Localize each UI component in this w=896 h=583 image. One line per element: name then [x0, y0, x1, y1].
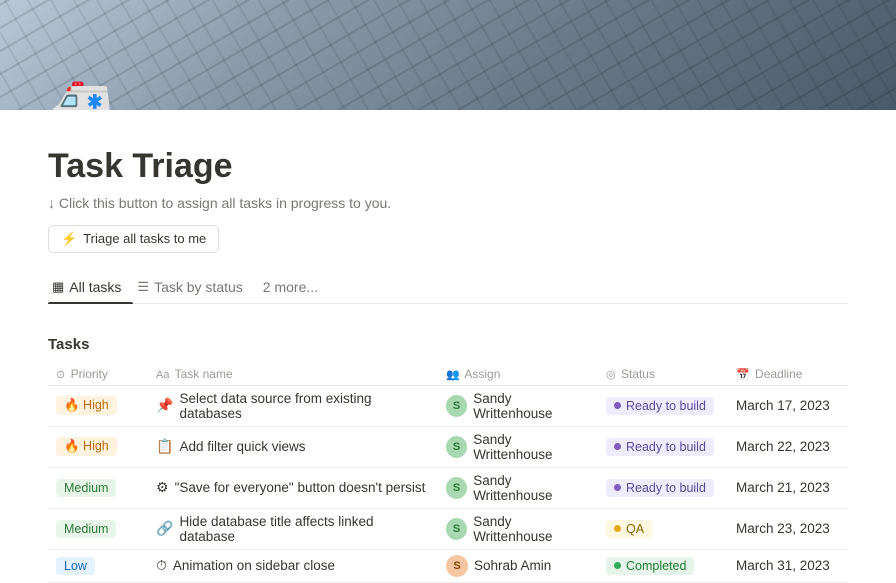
triage-button[interactable]: ⚡ Triage all tasks to me [48, 225, 219, 253]
cell-deadline: March 23, 2023 [728, 508, 848, 549]
assignee-name: Sandy Writtenhouse [473, 514, 590, 544]
cell-task-name[interactable]: 🔗Hide database title affects linked data… [148, 508, 438, 549]
task-type-icon: 📋 [156, 438, 173, 455]
table-title: Tasks [48, 336, 848, 353]
cell-task-name[interactable]: 📌 Select data source from existing databa… [148, 385, 438, 426]
table-row[interactable]: Medium ⚙ "Save for everyone" button doesn'… [48, 467, 848, 508]
task-type-icon: ⏱ [156, 557, 167, 574]
status-badge: Ready to build [606, 438, 714, 456]
cell-assignee[interactable]: S Sohrab Amin [438, 549, 598, 582]
cell-priority[interactable]: 🔥 High [48, 385, 148, 426]
cell-priority[interactable]: Low [48, 549, 148, 582]
table-section: Tasks ⊙ Priority Aa Task name 👥 Assign ◎ [0, 336, 896, 583]
status-dot [614, 562, 621, 569]
triage-icon: ⚡ [61, 231, 77, 247]
task-type-icon: 📌 [156, 397, 173, 414]
cell-priority[interactable]: Medium [48, 467, 148, 508]
col-header-assign[interactable]: 👥 Assign [438, 363, 598, 386]
task-type-icon: ⚙ [156, 479, 169, 496]
cell-assignee[interactable]: S Sandy Writtenhouse [438, 426, 598, 467]
cell-task-name[interactable]: 📋 Add filter quick views [148, 426, 438, 467]
task-name-text: Add filter quick views [179, 439, 305, 454]
col-header-task[interactable]: Aa Task name [148, 363, 438, 386]
task-name-text: Animation on sidebar close [173, 558, 335, 573]
status-badge: Ready to build [606, 479, 714, 497]
cell-task-name[interactable]: ⏱ Animation on sidebar close [148, 549, 438, 582]
status-badge: QA [606, 520, 652, 538]
assignee-name: Sandy Writtenhouse [473, 473, 590, 503]
page-icon: 🚑 [48, 78, 113, 110]
task-name-text: Hide database title affects linked datab… [179, 514, 430, 544]
cell-priority[interactable]: Medium [48, 508, 148, 549]
status-dot [614, 525, 621, 532]
cell-assignee[interactable]: S Sandy Writtenhouse [438, 508, 598, 549]
table-header-row: ⊙ Priority Aa Task name 👥 Assign ◎ Statu… [48, 363, 848, 386]
page-subtitle: ↓ Click this button to assign all tasks … [48, 195, 848, 211]
tab-all-tasks-icon: ▦ [52, 279, 64, 295]
status-dot [614, 443, 621, 450]
task-name-text: Select data source from existing databas… [179, 391, 430, 421]
avatar: S [446, 395, 467, 417]
cell-deadline: March 31, 2023 [728, 549, 848, 582]
page-title: Task Triage [48, 146, 848, 187]
col-header-deadline[interactable]: 📅 Deadline [728, 363, 848, 386]
tab-all-tasks[interactable]: ▦ All tasks [48, 273, 133, 303]
table-row[interactable]: Low ⏱ Animation on sidebar close S Sohrab Am… [48, 549, 848, 582]
tab-by-status-icon: ☰ [137, 279, 149, 295]
status-badge: Completed [606, 557, 694, 575]
avatar: S [446, 555, 468, 577]
task-name-text: "Save for everyone" button doesn't persi… [175, 480, 426, 495]
table-row[interactable]: 🔥 High 📌 Select data source from existing … [48, 385, 848, 426]
assignee-name: Sandy Writtenhouse [473, 432, 590, 462]
cell-task-name[interactable]: ⚙ "Save for everyone" button doesn't pers… [148, 467, 438, 508]
assignee-name: Sohrab Amin [474, 558, 551, 573]
assignee-name: Sandy Writtenhouse [473, 391, 590, 421]
cell-assignee[interactable]: S Sandy Writtenhouse [438, 467, 598, 508]
hero-banner: 🚑 [0, 0, 896, 110]
status-badge: Ready to build [606, 397, 714, 415]
cell-status[interactable]: Ready to build [598, 426, 728, 467]
tab-more[interactable]: 2 more... [255, 273, 326, 303]
cell-status[interactable]: QA [598, 508, 728, 549]
cell-status[interactable]: Ready to build [598, 385, 728, 426]
tab-task-by-status[interactable]: ☰ Task by status [133, 273, 254, 303]
avatar: S [446, 436, 467, 458]
cell-status[interactable]: Completed [598, 549, 728, 582]
cell-assignee[interactable]: S Sandy Writtenhouse [438, 385, 598, 426]
table-row[interactable]: 🔥 High 📋 Add filter quick views S Sandy Writ… [48, 426, 848, 467]
status-dot [614, 484, 621, 491]
tabs-row: ▦ All tasks ☰ Task by status 2 more... [48, 273, 848, 304]
cell-priority[interactable]: 🔥 High [48, 426, 148, 467]
col-header-status[interactable]: ◎ Status [598, 363, 728, 386]
avatar: S [446, 518, 467, 540]
col-header-priority[interactable]: ⊙ Priority [48, 363, 148, 386]
table-row[interactable]: Medium🔗Hide database title affects linke… [48, 508, 848, 549]
cell-status[interactable]: Ready to build [598, 467, 728, 508]
avatar: S [446, 477, 467, 499]
cell-deadline: March 21, 2023 [728, 467, 848, 508]
tasks-table: ⊙ Priority Aa Task name 👥 Assign ◎ Statu… [48, 363, 848, 583]
status-dot [614, 402, 621, 409]
cell-deadline: March 22, 2023 [728, 426, 848, 467]
cell-deadline: March 17, 2023 [728, 385, 848, 426]
